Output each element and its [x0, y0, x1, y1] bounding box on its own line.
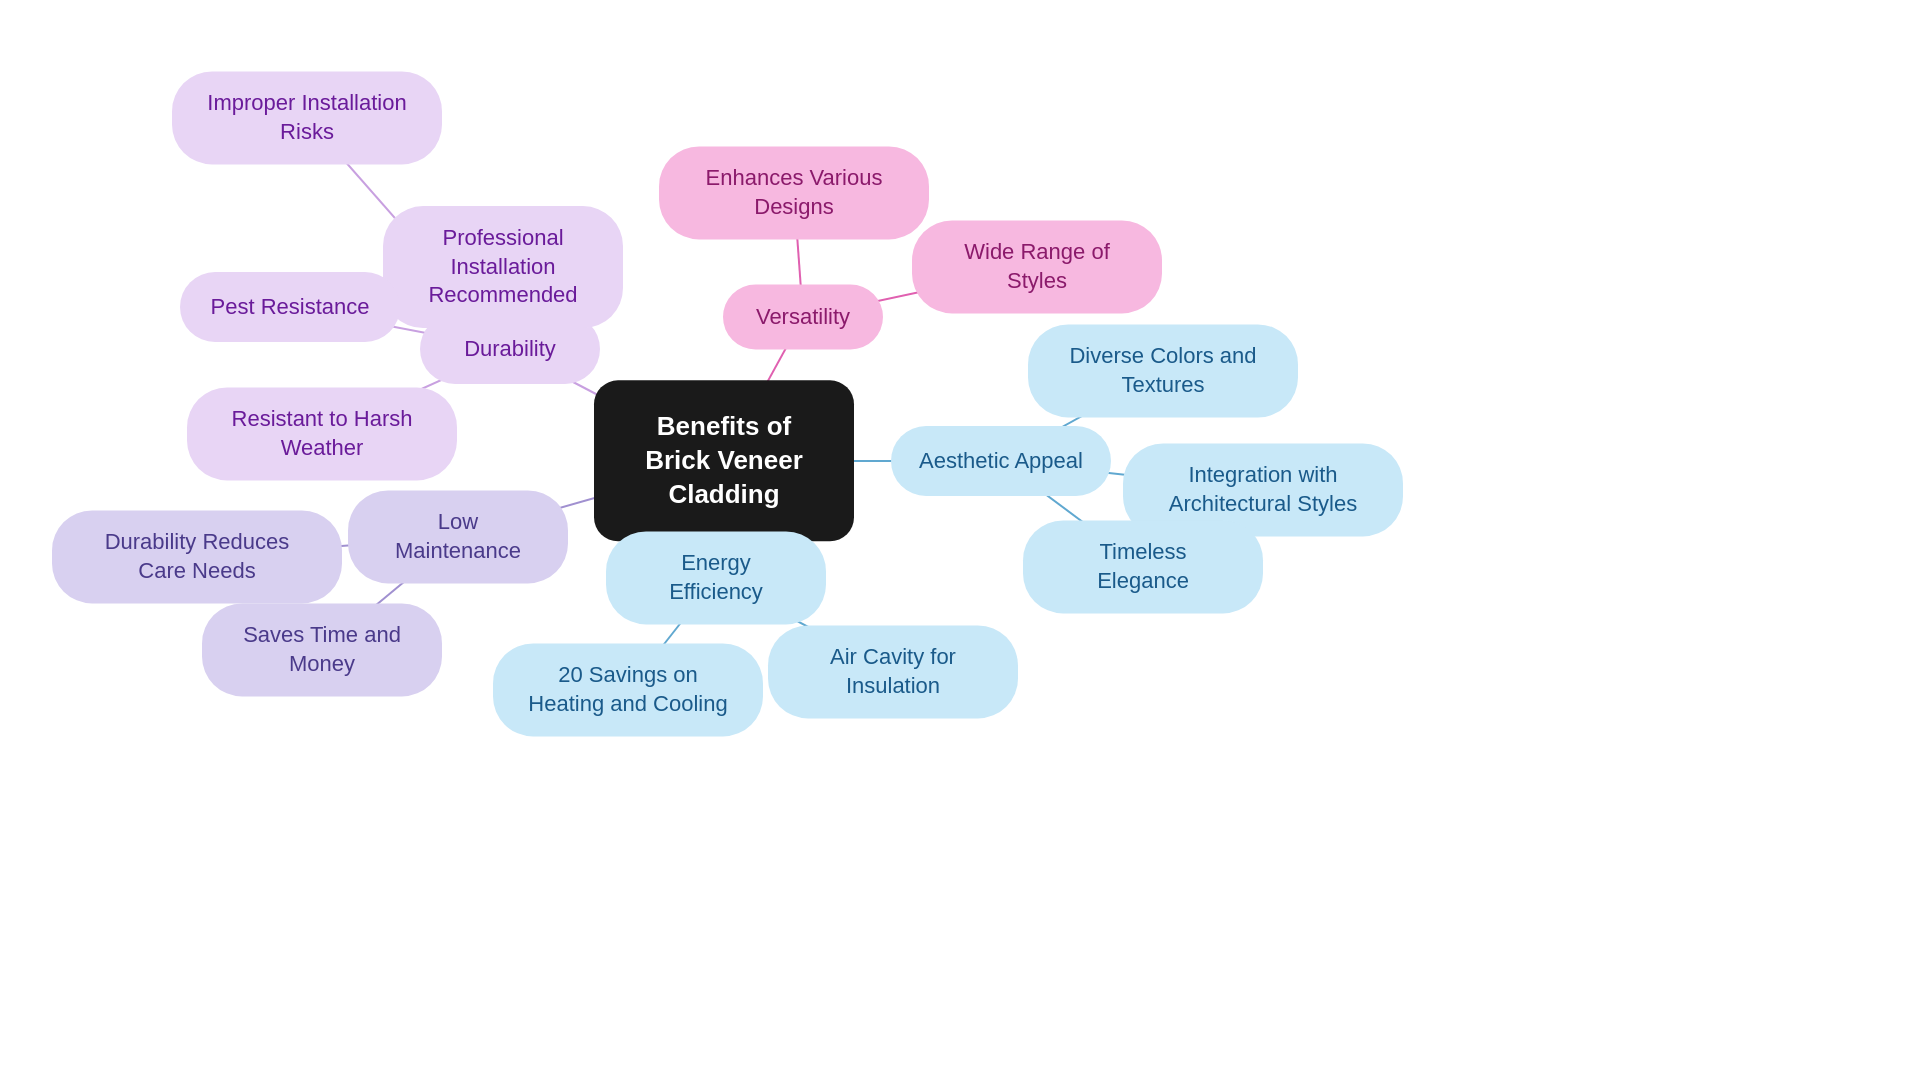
label-pest_resistance: Pest Resistance: [211, 293, 370, 322]
node-professional_installation: Professional Installation Recommended: [383, 206, 623, 328]
node-wide_range: Wide Range of Styles: [912, 220, 1162, 313]
label-aesthetic_appeal: Aesthetic Appeal: [919, 447, 1083, 476]
node-timeless_elegance: Timeless Elegance: [1023, 520, 1263, 613]
label-wide_range: Wide Range of Styles: [940, 238, 1134, 295]
label-energy_efficiency: Energy Efficiency: [634, 549, 798, 606]
label-low_maintenance: Low Maintenance: [376, 508, 540, 565]
node-resistant_harsh: Resistant to Harsh Weather: [187, 387, 457, 480]
label-air_cavity: Air Cavity for Insulation: [796, 643, 990, 700]
label-resistant_harsh: Resistant to Harsh Weather: [215, 405, 429, 462]
node-aesthetic_appeal: Aesthetic Appeal: [891, 426, 1111, 496]
node-low_maintenance: Low Maintenance: [348, 490, 568, 583]
node-air_cavity: Air Cavity for Insulation: [768, 625, 1018, 718]
label-durability_reduces: Durability Reduces Care Needs: [80, 528, 314, 585]
label-enhances_designs: Enhances Various Designs: [687, 164, 901, 221]
node-savings_heating: 20 Savings on Heating and Cooling: [493, 643, 763, 736]
label-savings_heating: 20 Savings on Heating and Cooling: [521, 661, 735, 718]
label-diverse_colors: Diverse Colors and Textures: [1056, 342, 1270, 399]
label-professional_installation: Professional Installation Recommended: [411, 224, 595, 310]
label-versatility: Versatility: [756, 303, 850, 332]
label-saves_time: Saves Time and Money: [230, 621, 414, 678]
center-node: Benefits of Brick Veneer Cladding: [594, 380, 854, 541]
label-integration_arch: Integration with Architectural Styles: [1151, 461, 1375, 518]
node-enhances_designs: Enhances Various Designs: [659, 146, 929, 239]
node-improper_installation: Improper Installation Risks: [172, 71, 442, 164]
node-versatility: Versatility: [723, 285, 883, 350]
center-label: Benefits of Brick Veneer Cladding: [634, 410, 814, 511]
node-durability_reduces: Durability Reduces Care Needs: [52, 510, 342, 603]
node-diverse_colors: Diverse Colors and Textures: [1028, 324, 1298, 417]
label-improper_installation: Improper Installation Risks: [200, 89, 414, 146]
node-saves_time: Saves Time and Money: [202, 603, 442, 696]
node-energy_efficiency: Energy Efficiency: [606, 531, 826, 624]
node-pest_resistance: Pest Resistance: [180, 272, 400, 342]
label-timeless_elegance: Timeless Elegance: [1051, 538, 1235, 595]
label-durability: Durability: [464, 335, 556, 364]
